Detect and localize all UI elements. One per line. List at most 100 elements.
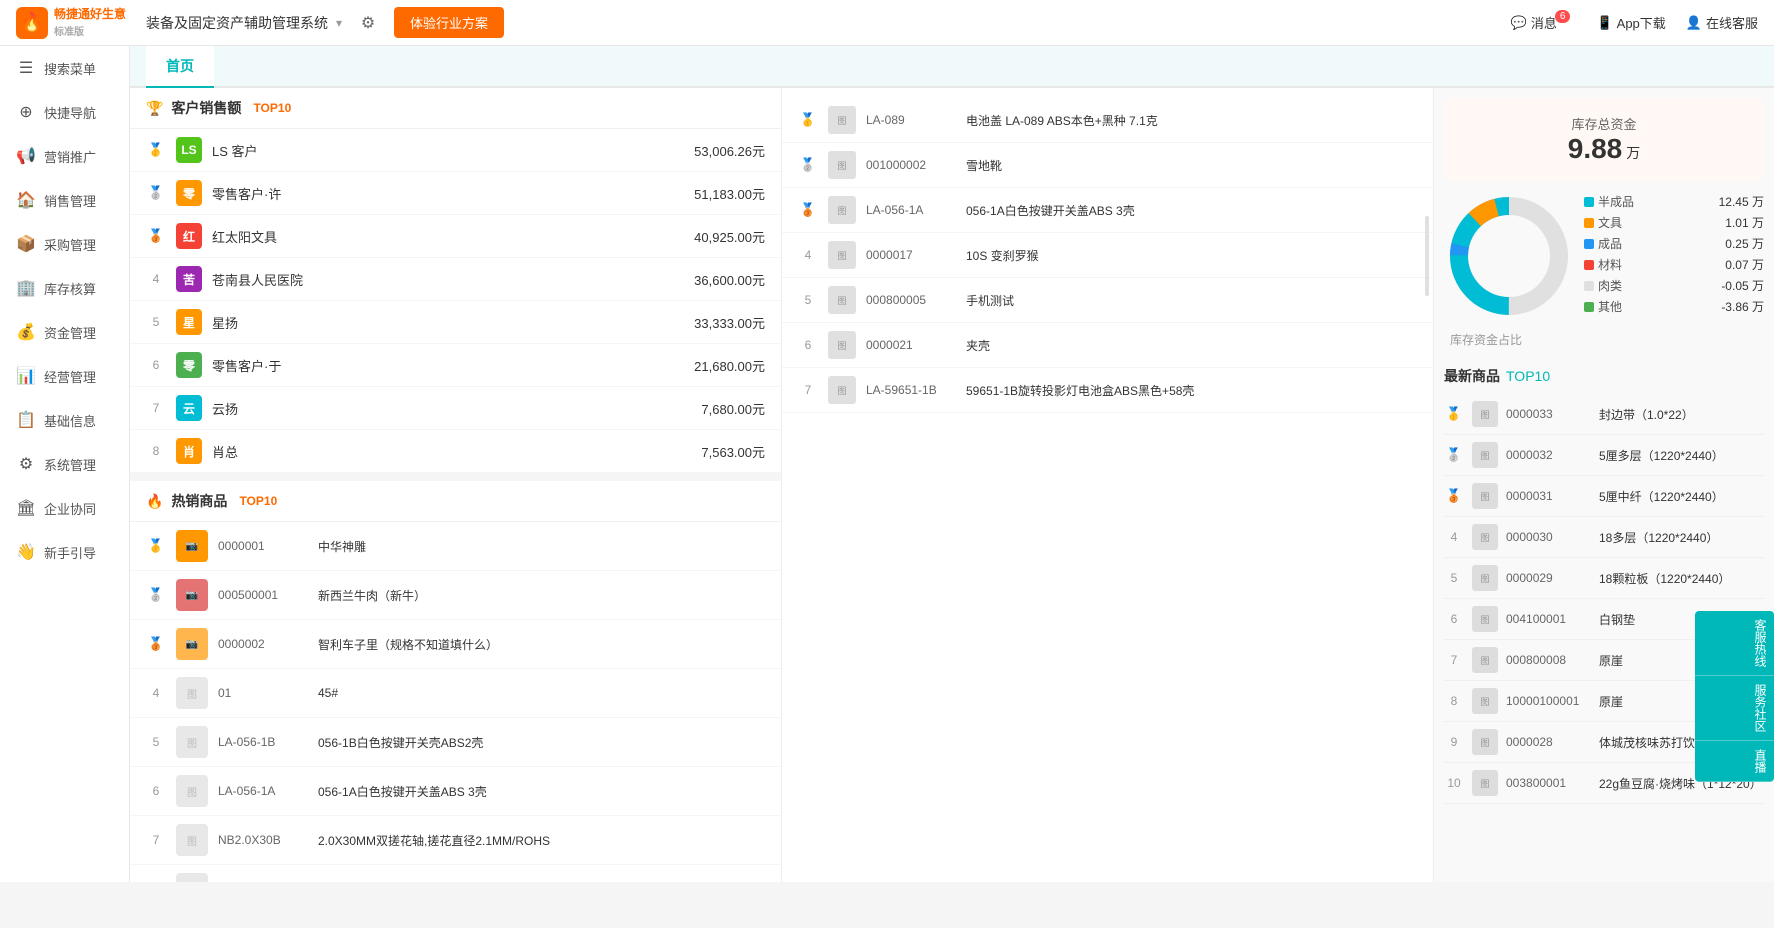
legend-label: 其他 <box>1598 298 1713 315</box>
cs-hotline-button[interactable]: 客服热线 <box>1695 611 1774 676</box>
customer-row: 🥉 红 红太阳文具 40,925.00元 <box>130 215 781 258</box>
legend-dot <box>1584 218 1594 228</box>
sidebar: ☰ 搜索菜单 ⊕ 快捷导航 📢 营销推广 🏠 销售管理 📦 采购管理 🏢 库存核… <box>0 46 130 882</box>
customer-top10-header: 🏆 客户销售额 TOP10 <box>130 88 781 129</box>
customer-avatar: 云 <box>176 395 202 421</box>
settings-button[interactable]: ⚙ <box>354 9 382 37</box>
product-img: 📷 <box>176 579 208 611</box>
product-code: 0000001 <box>218 539 308 553</box>
app-download-button[interactable]: 📱 App下载 <box>1596 13 1665 32</box>
mid-product-name: 056-1A白色按键开关盖ABS 3壳 <box>966 202 1417 219</box>
np-code: 0000033 <box>1506 407 1591 421</box>
customer-amount: 36,600.00元 <box>694 270 765 289</box>
sidebar-item-purchase[interactable]: 📦 采购管理 <box>0 222 129 266</box>
mid-product-img: 图 <box>828 196 856 224</box>
np-img: 图 <box>1472 565 1498 591</box>
sidebar-item-finance[interactable]: 💰 资金管理 <box>0 310 129 354</box>
product-img: 📷 <box>176 530 208 562</box>
notify-button[interactable]: 💬 消息 6 <box>1511 13 1577 32</box>
online-service-button[interactable]: 👤 在线客服 <box>1686 13 1758 32</box>
inventory-value-row: 9.88 万 <box>1460 133 1748 165</box>
legend-value: -0.05 万 <box>1721 277 1764 294</box>
sidebar-item-operation[interactable]: 📊 经营管理 <box>0 354 129 398</box>
rank-num: 7 <box>146 833 166 847</box>
legend-item: 其他 -3.86 万 <box>1584 298 1764 315</box>
mid-product-img: 图 <box>828 106 856 134</box>
sidebar-item-sales[interactable]: 🏠 销售管理 <box>0 178 129 222</box>
np-code: 004100001 <box>1506 612 1591 626</box>
product-img: 📷 <box>176 628 208 660</box>
enterprise-icon: 🏛 <box>16 498 36 518</box>
sidebar-item-guide[interactable]: 👋 新手引导 <box>0 530 129 574</box>
rank-num: 4 <box>146 272 166 286</box>
sidebar-item-enterprise[interactable]: 🏛 企业协同 <box>0 486 129 530</box>
rank-num: 6 <box>798 338 818 352</box>
cs-live-button[interactable]: 直播 <box>1695 741 1774 782</box>
scroll-indicator <box>1425 216 1429 296</box>
np-code: 0000029 <box>1506 571 1591 585</box>
legend-item: 文具 1.01 万 <box>1584 214 1764 231</box>
system-selector[interactable]: 装备及固定资产辅助管理系统 ▾ <box>146 13 342 33</box>
mid-product-name: 59651-1B旋转投影灯电池盒ABS黑色+58壳 <box>966 382 1417 399</box>
mid-product-row: 6 图 0000021 夹壳 <box>782 323 1433 368</box>
legend-item: 肉类 -0.05 万 <box>1584 277 1764 294</box>
fire-icon: 🔥 <box>146 493 163 510</box>
mid-product-img: 图 <box>828 331 856 359</box>
mid-product-name: 手机测试 <box>966 292 1417 309</box>
sidebar-guide-label: 新手引导 <box>44 543 96 562</box>
customer-avatar: 苦 <box>176 266 202 292</box>
hot-products-header: 🔥 热销商品 TOP10 <box>130 481 781 522</box>
customer-row: 8 肖 肖总 7,563.00元 <box>130 430 781 473</box>
product-name: 45# <box>318 686 765 700</box>
trial-button[interactable]: 体验行业方案 <box>394 7 504 38</box>
rank-num: 4 <box>1444 530 1464 544</box>
np-img: 图 <box>1472 770 1498 796</box>
dashboard: 🏆 客户销售额 TOP10 🥇 LS LS 客户 53,006.26元 🥈 零 … <box>130 88 1774 882</box>
np-img: 图 <box>1472 688 1498 714</box>
sidebar-purchase-label: 采购管理 <box>44 235 96 254</box>
np-img: 图 <box>1472 401 1498 427</box>
sidebar-item-marketing[interactable]: 📢 营销推广 <box>0 134 129 178</box>
mid-product-scroll[interactable]: 🥇 图 LA-089 电池盖 LA-089 ABS本色+黑种 7.1克 🥈 图 … <box>782 98 1433 413</box>
customer-avatar: 星 <box>176 309 202 335</box>
customer-top10-title: 🏆 客户销售额 TOP10 <box>146 98 291 118</box>
inventory-value: 9.88 <box>1568 133 1623 165</box>
sidebar-item-inventory[interactable]: 🏢 库存核算 <box>0 266 129 310</box>
message-icon: 💬 <box>1511 15 1527 31</box>
sidebar-system-label: 系统管理 <box>44 455 96 474</box>
mid-product-code: LA-089 <box>866 113 956 127</box>
legend-value: 12.45 万 <box>1719 193 1764 210</box>
hot-product-row: 🥇 📷 0000001 中华神雕 <box>130 522 781 571</box>
hot-products-title: 🔥 热销商品 TOP10 <box>146 491 277 511</box>
service-label: 在线客服 <box>1706 13 1758 32</box>
operation-icon: 📊 <box>16 366 36 386</box>
sidebar-item-system[interactable]: ⚙ 系统管理 <box>0 442 129 486</box>
finance-icon: 💰 <box>16 322 36 342</box>
new-product-row: 5 图 0000029 18颗粒板（1220*2440） <box>1444 558 1764 599</box>
sidebar-item-search[interactable]: ☰ 搜索菜单 <box>0 46 129 90</box>
rank-num: 7 <box>1444 653 1464 667</box>
customer-name: 红太阳文具 <box>212 227 684 246</box>
hot-products-section: 🔥 热销商品 TOP10 🥇 📷 0000001 中华神雕 🥈 📷 000500… <box>130 481 781 882</box>
mid-product-code: LA-056-1A <box>866 203 956 217</box>
header-center: 装备及固定资产辅助管理系统 ▾ ⚙ 体验行业方案 <box>146 7 1511 38</box>
hot-product-list: 🥇 📷 0000001 中华神雕 🥈 📷 000500001 新西兰牛肉（新牛）… <box>130 522 781 882</box>
hot-product-row: 6 图 LA-056-1A 056-1A白色按键开关盖ABS 3壳 <box>130 767 781 816</box>
np-name: 封边带（1.0*22） <box>1599 406 1764 423</box>
product-name: 智利车子里（规格不知道填什么） <box>318 636 765 653</box>
customer-avatar: 零 <box>176 180 202 206</box>
cs-community-button[interactable]: 服务社区 <box>1695 676 1774 741</box>
rank-num: 6 <box>1444 612 1464 626</box>
sidebar-item-basic[interactable]: 📋 基础信息 <box>0 398 129 442</box>
np-code: 0000032 <box>1506 448 1591 462</box>
tab-home[interactable]: 首页 <box>146 46 214 88</box>
customer-row: 6 零 零售客户·于 21,680.00元 <box>130 344 781 387</box>
legend-dot <box>1584 281 1594 291</box>
sidebar-item-nav[interactable]: ⊕ 快捷导航 <box>0 90 129 134</box>
rank-num: 4 <box>146 686 166 700</box>
legend-item: 成品 0.25 万 <box>1584 235 1764 252</box>
guide-icon: 👋 <box>16 542 36 562</box>
sidebar-operation-label: 经营管理 <box>44 367 96 386</box>
np-img: 图 <box>1472 647 1498 673</box>
main-content: 首页 🏆 客户销售额 TOP10 🥇 LS LS 客户 53,006.26元 🥈… <box>130 46 1774 882</box>
